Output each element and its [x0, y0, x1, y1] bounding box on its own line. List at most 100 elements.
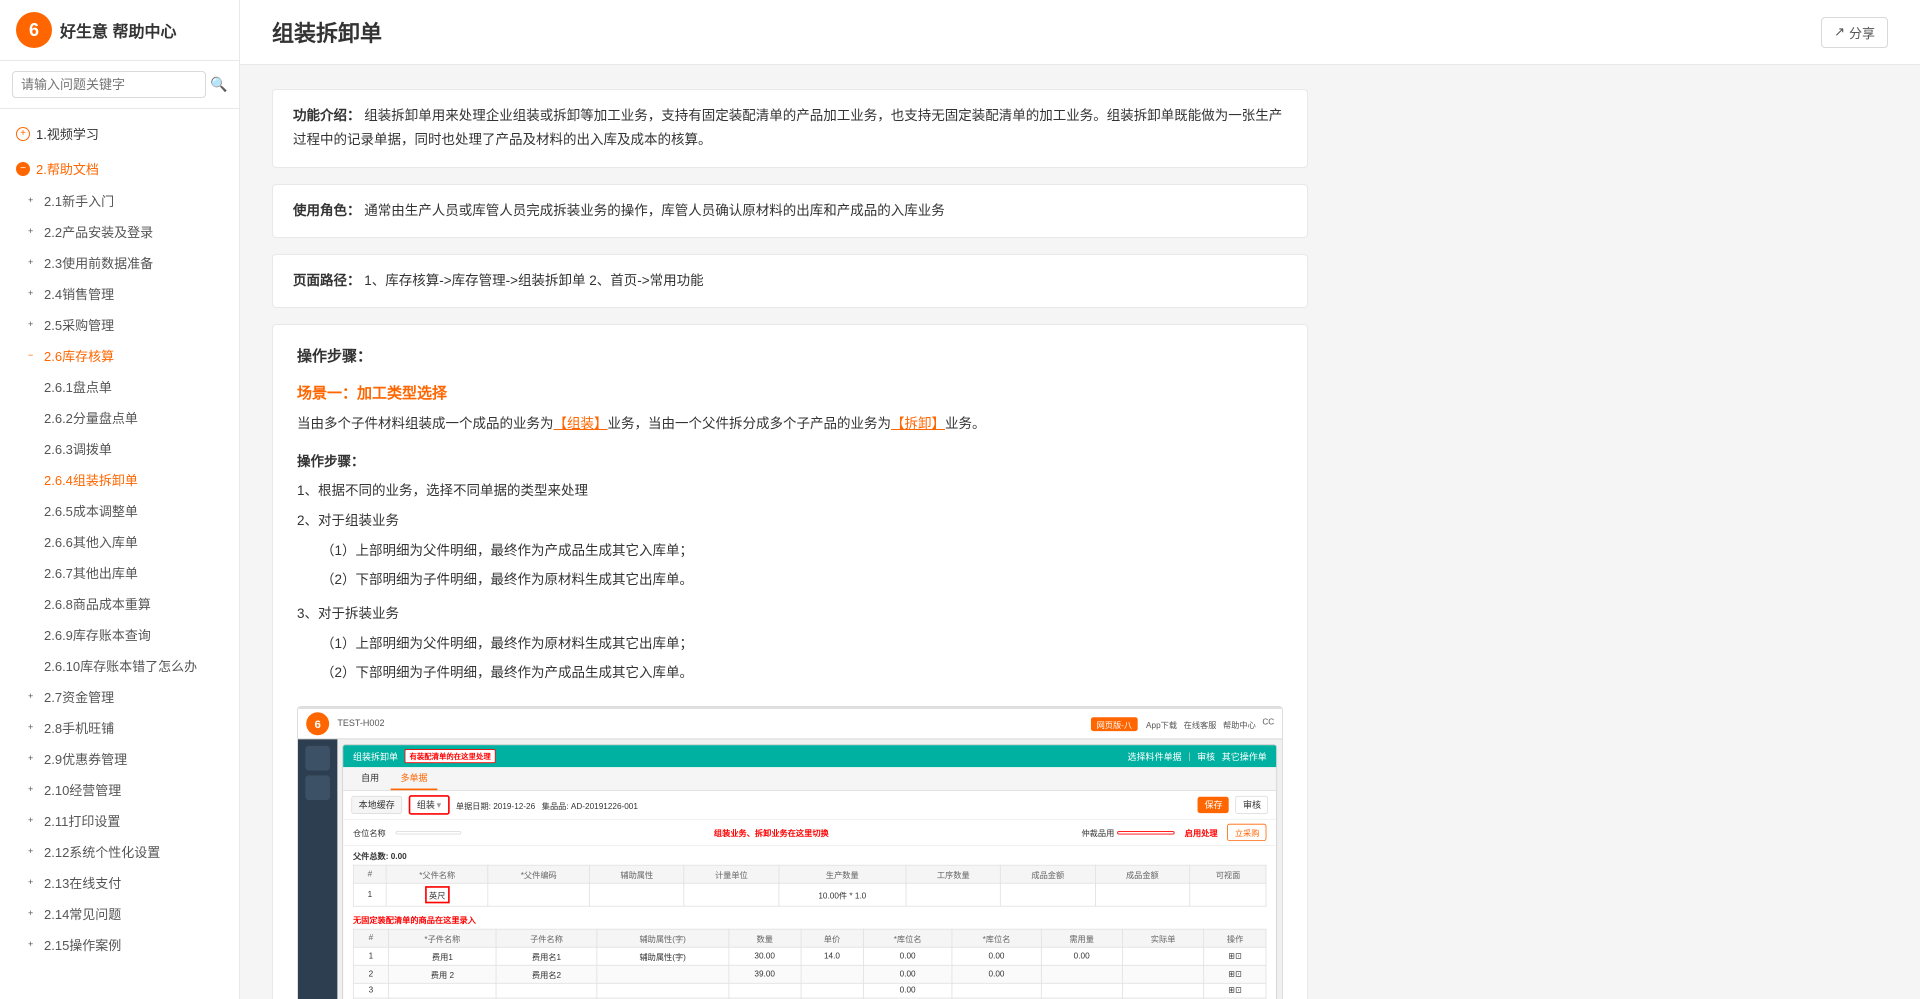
plus-icon: + — [28, 226, 40, 238]
plus-icon: + — [28, 846, 40, 858]
ss-annotation5: 无固定装配清单的商品在这里录入 — [353, 913, 1267, 925]
share-button[interactable]: ↗ 分享 — [1821, 17, 1888, 48]
sidebar-item-faq[interactable]: + 2.14常见问题 — [0, 898, 239, 929]
ss-doc-type[interactable]: 本地缓存 — [351, 796, 402, 814]
nav-section-videos: + 1.视频学习 — [0, 117, 239, 150]
sidebar-item-costrecalc[interactable]: 2.6.8商品成本重算 — [0, 588, 239, 619]
sidebar-item-otheroutbound[interactable]: 2.6.7其他出库单 — [0, 557, 239, 588]
search-input[interactable] — [12, 71, 206, 98]
content-body: 功能介绍： 组装拆卸单用来处理企业组装或拆卸等加工业务，支持有固定装配清单的产品… — [240, 65, 1340, 999]
ss-col-actual: 实际单 — [1122, 929, 1203, 947]
role-label: 使用角色： — [293, 203, 361, 218]
intro-block: 功能介绍： 组装拆卸单用来处理企业组装或拆卸等加工业务，支持有固定装配清单的产品… — [272, 89, 1308, 168]
plus-icon: + — [28, 195, 40, 207]
sidebar-item-purchase[interactable]: + 2.5采购管理 — [0, 309, 239, 340]
intro-text: 组装拆卸单用来处理企业组装或拆卸等加工业务，支持有固定装配清单的产品加工业务，也… — [293, 108, 1282, 147]
ss-badge: 网页版-八 — [1091, 717, 1138, 731]
sidebar-item-mobile[interactable]: + 2.8手机旺铺 — [0, 712, 239, 743]
main-content: 组装拆卸单 ↗ 分享 功能介绍： 组装拆卸单用来处理企业组装或拆卸等加工业务，支… — [240, 0, 1920, 999]
sidebar-item-otherinbound[interactable]: 2.6.6其他入库单 — [0, 526, 239, 557]
sidebar-item-assembly[interactable]: 2.6.4组装拆卸单 — [0, 464, 239, 495]
plus-icon: + — [28, 939, 40, 951]
search-button[interactable]: 🔍 — [210, 76, 227, 93]
plus-icon: + — [28, 691, 40, 703]
ss-qty-field: 仲裁品用 — [1081, 826, 1174, 838]
ss-col-amount2: 成品金额 — [1095, 865, 1190, 883]
plus-icon: + — [28, 288, 40, 300]
ss-tab-own[interactable]: 自用 — [351, 767, 389, 790]
ss-confirm-btn[interactable]: 立采购 — [1227, 824, 1266, 841]
ops-title: 操作步骤： — [297, 345, 1283, 366]
sidebar-item-inventory[interactable]: − 2.6库存核算 — [0, 340, 239, 371]
sidebar-item-stockledgerwrong[interactable]: 2.6.10库存账本错了怎么办 — [0, 650, 239, 681]
ss-col-childcode: 子件名称 — [496, 929, 596, 947]
sidebar-header: 6 好生意 帮助中心 — [0, 0, 239, 61]
sidebar-item-bizmanage[interactable]: + 2.10经营管理 — [0, 774, 239, 805]
ss-annotation4: 启用处理 — [1185, 826, 1218, 838]
intro-label: 功能介绍： — [293, 108, 361, 123]
sidebar-item-stocktake[interactable]: 2.6.1盘点单 — [0, 371, 239, 402]
ss-menu: App下载 在线客服 帮助中心 CC — [1146, 718, 1274, 730]
ss-col-parentname: *父件名称 — [386, 865, 488, 883]
logo-text: 好生意 帮助中心 — [60, 18, 176, 42]
ss-col-prodqty: 生产数量 — [779, 865, 906, 883]
ss-annotation1: 有装配清单的在这里处理 — [405, 749, 496, 763]
step2-sub2: （2）下部明细为子件明细，最终作为原材料生成其它出库单。 — [297, 567, 1283, 593]
plus-icon: + — [28, 877, 40, 889]
sidebar-item-sales[interactable]: + 2.4销售管理 — [0, 278, 239, 309]
step3-sub1: （1）上部明细为父件明细，最终作为原材料生成其它出库单； — [297, 631, 1283, 657]
scene-desc: 当由多个子件材料组装成一个成品的业务为【组装】业务，当由一个父件拆分成多个子产品… — [297, 411, 1283, 437]
step3: 3、对于拆装业务 — [297, 601, 1283, 627]
role-text: 通常由生产人员或库管人员完成拆装业务的操作，库管人员确认原材料的出库和产成品的入… — [364, 203, 945, 218]
sidebar-item-finance[interactable]: + 2.7资金管理 — [0, 681, 239, 712]
sidebar-item-install[interactable]: + 2.2产品安装及登录 — [0, 216, 239, 247]
ss-location-input[interactable] — [396, 831, 462, 834]
ss-col-parentcode: *父件编码 — [488, 865, 590, 883]
collapse-icon: − — [16, 162, 30, 176]
ss-lower-area: 无固定装配清单的商品在这里录入 # *子件名称 子件名称 — [343, 910, 1277, 999]
assembly-link[interactable]: 【组装】 — [554, 416, 608, 431]
ss-type-selector[interactable]: 组装 ▾ — [409, 795, 450, 815]
ss-col-loc2: *库位名 — [952, 929, 1041, 947]
disassembly-link[interactable]: 【拆卸】 — [891, 416, 945, 431]
step1: 1、根据不同的业务，选择不同单据的类型来处理 — [297, 478, 1283, 504]
ss-tab-multi[interactable]: 多单据 — [391, 767, 438, 790]
sidebar-item-payment[interactable]: + 2.13在线支付 — [0, 867, 239, 898]
sidebar-item-newbie[interactable]: + 2.1新手入门 — [0, 185, 239, 216]
sidebar-item-cases[interactable]: + 2.15操作案例 — [0, 929, 239, 960]
plus-icon: + — [28, 908, 40, 920]
expand-icon: + — [16, 127, 30, 141]
ss-col-index: # — [353, 865, 386, 883]
sidebar-item-settings[interactable]: + 2.12系统个性化设置 — [0, 836, 239, 867]
sidebar-item-transfer[interactable]: 2.6.3调拨单 — [0, 433, 239, 464]
ss-col-childname: *子件名称 — [389, 929, 497, 947]
sidebar-item-costadjust[interactable]: 2.6.5成本调整单 — [0, 495, 239, 526]
ss-dialog-header: 组装拆卸单 有装配清单的在这里处理 选择料件单据 | 审核 其它操作单 — [343, 745, 1277, 767]
ss-save-btn[interactable]: 保存 — [1198, 797, 1229, 813]
nav-section-docs: − 2.帮助文档 + 2.1新手入门 + 2.2产品安装及登录 + 2.3使用前… — [0, 152, 239, 960]
sidebar-item-print[interactable]: + 2.11打印设置 — [0, 805, 239, 836]
ss-col-qty: 数量 — [729, 929, 801, 947]
role-block: 使用角色： 通常由生产人员或库管人员完成拆装业务的操作，库管人员确认原材料的出库… — [272, 184, 1308, 238]
sidebar-item-docs[interactable]: − 2.帮助文档 — [0, 152, 239, 185]
content-header: 组装拆卸单 ↗ 分享 — [240, 0, 1920, 65]
ss-toolbar: 本地缓存 组装 ▾ 单据日期: 2019-12-26 集品品: AD-20191… — [343, 791, 1277, 820]
ss-col-ops: 操作 — [1204, 929, 1267, 947]
ss-audit-btn[interactable]: 审核 — [1236, 796, 1269, 814]
sidebar-item-dataprep[interactable]: + 2.3使用前数据准备 — [0, 247, 239, 278]
ss-col-idx: # — [353, 929, 388, 947]
sidebar-item-videos[interactable]: + 1.视频学习 — [0, 117, 239, 150]
plus-icon: + — [28, 784, 40, 796]
step3-sub2: （2）下部明细为子件明细，最终作为产成品生成其它入库单。 — [297, 660, 1283, 686]
share-icon: ↗ — [1834, 24, 1845, 40]
ss-qty-input[interactable] — [1118, 831, 1175, 834]
sidebar-item-coupon[interactable]: + 2.9优惠券管理 — [0, 743, 239, 774]
sidebar-item-partstocktake[interactable]: 2.6.2分量盘点单 — [0, 402, 239, 433]
page-title: 组装拆卸单 — [272, 16, 382, 48]
search-box: 🔍 — [0, 61, 239, 109]
sidebar-item-stockledger[interactable]: 2.6.9库存账本查询 — [0, 619, 239, 650]
sidebar-nav: + 1.视频学习 − 2.帮助文档 + 2.1新手入门 + 2.2产品安装及登录 — [0, 109, 239, 999]
logo-icon: 6 — [16, 12, 52, 48]
plus-icon: + — [28, 815, 40, 827]
table-row: 2 费用 2 费用名2 39.00 0.00 — [353, 965, 1266, 983]
